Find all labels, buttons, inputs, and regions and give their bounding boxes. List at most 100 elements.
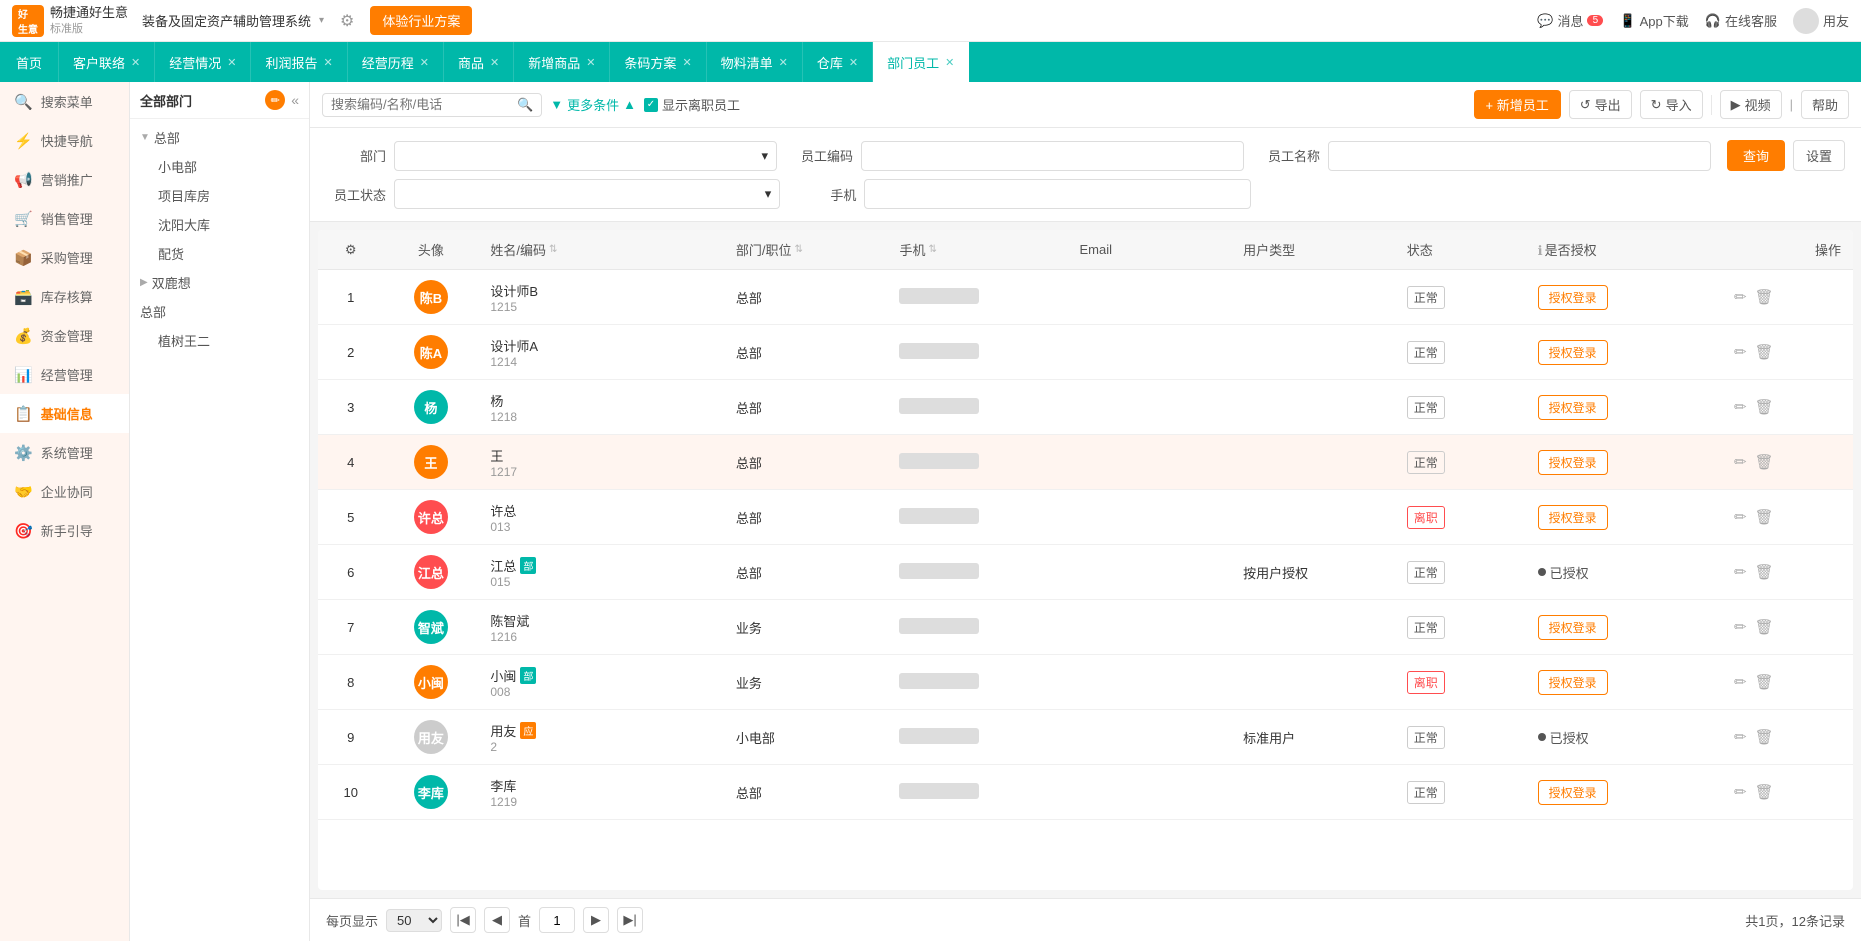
close-icon[interactable]: ✕ [490,56,499,69]
delete-icon[interactable]: 🗑 [1755,508,1774,526]
close-icon[interactable]: ✕ [779,56,788,69]
tab-operation[interactable]: 经营情况 ✕ [155,42,251,82]
page-size-select[interactable]: 50 20 100 [386,909,442,932]
nav-shortcut[interactable]: ⚡ 快捷导航 [0,121,129,160]
help-button[interactable]: 帮助 [1801,90,1849,119]
close-icon[interactable]: ✕ [586,56,595,69]
emp-name-input[interactable] [1328,141,1711,171]
nav-finance[interactable]: 💰 资金管理 [0,316,129,355]
tab-barcode[interactable]: 条码方案 ✕ [610,42,706,82]
tab-profit[interactable]: 利润报告 ✕ [251,42,347,82]
dept-collapse-button[interactable]: « [291,92,299,108]
close-icon[interactable]: ✕ [849,56,858,69]
auth-button[interactable]: 授权登录 [1538,505,1608,530]
first-page-button[interactable]: |◀ [450,907,476,933]
delete-icon[interactable]: 🗑 [1755,453,1774,471]
system-dropdown-icon[interactable]: ▾ [319,15,324,26]
delete-icon[interactable]: 🗑 [1755,783,1774,801]
query-button[interactable]: 查询 [1727,140,1785,171]
nav-basic-info[interactable]: 📋 基础信息 [0,394,129,433]
add-employee-button[interactable]: + 新增员工 [1474,90,1561,119]
nav-sales[interactable]: 🛒 销售管理 [0,199,129,238]
nav-coop[interactable]: 🤝 企业协同 [0,472,129,511]
trial-button[interactable]: 体验行业方案 [370,6,472,35]
th-dept[interactable]: 部门/职位 ⇅ [724,230,888,270]
nav-operation-mgmt[interactable]: 📊 经营管理 [0,355,129,394]
auth-button[interactable]: 授权登录 [1538,285,1608,310]
phone-input[interactable] [864,179,1250,209]
page-number-input[interactable] [539,907,575,933]
dept-node-shuanglu[interactable]: ▶ 双鹿想 [130,268,309,297]
set-button[interactable]: 设置 [1793,140,1845,171]
delete-icon[interactable]: 🗑 [1755,728,1774,746]
show-resigned-toggle[interactable]: ✓ 显示离职员工 [644,95,740,114]
tab-warehouse[interactable]: 仓库 ✕ [803,42,873,82]
edit-icon[interactable]: ✏ [1734,398,1747,416]
delete-icon[interactable]: 🗑 [1755,343,1774,361]
delete-icon[interactable]: 🗑 [1755,288,1774,306]
last-page-button[interactable]: ▶| [617,907,643,933]
auth-button[interactable]: 授权登录 [1538,670,1608,695]
dept-node-xiaodian[interactable]: 小电部 [130,152,309,181]
edit-icon[interactable]: ✏ [1734,783,1747,801]
tab-home[interactable]: 首页 [0,42,59,82]
dept-edit-button[interactable]: ✏ [265,90,285,110]
nav-guide[interactable]: 🎯 新手引导 [0,511,129,550]
delete-icon[interactable]: 🗑 [1755,618,1774,636]
edit-icon[interactable]: ✏ [1734,618,1747,636]
prev-page-button[interactable]: ◀ [484,907,510,933]
auth-button[interactable]: 授权登录 [1538,450,1608,475]
auth-button[interactable]: 授权登录 [1538,340,1608,365]
tab-department[interactable]: 部门员工 ✕ [873,42,969,82]
nav-inventory[interactable]: 🗃️ 库存核算 [0,277,129,316]
nav-purchase[interactable]: 📦 采购管理 [0,238,129,277]
emp-status-select[interactable]: ▾ [394,179,780,209]
emp-code-input[interactable] [861,141,1244,171]
delete-icon[interactable]: 🗑 [1755,673,1774,691]
more-conditions-button[interactable]: ▼ 更多条件 ▲ [550,95,636,114]
dept-select[interactable]: ▾ [394,141,777,171]
close-icon[interactable]: ✕ [420,56,429,69]
search-input[interactable] [331,97,511,112]
dept-node-zongbu[interactable]: 总部 [130,297,309,326]
close-icon[interactable]: ✕ [682,56,691,69]
view-button[interactable]: ▶ 视频 [1720,90,1782,119]
th-phone[interactable]: 手机 ⇅ [887,230,1067,270]
dept-node-head[interactable]: ▼ 总部 [130,123,309,152]
online-service-button[interactable]: 🎧 在线客服 [1705,11,1777,30]
tab-goods[interactable]: 商品 ✕ [444,42,514,82]
user-menu[interactable]: 用友 [1793,8,1849,34]
edit-icon[interactable]: ✏ [1734,563,1747,581]
nav-system[interactable]: ⚙️ 系统管理 [0,433,129,472]
edit-icon[interactable]: ✏ [1734,508,1747,526]
auth-button[interactable]: 授权登录 [1538,780,1608,805]
tab-bom[interactable]: 物料清单 ✕ [707,42,803,82]
export-button[interactable]: ↺ 导出 [1569,90,1632,119]
tab-history[interactable]: 经营历程 ✕ [348,42,444,82]
close-icon[interactable]: ✕ [131,56,140,69]
close-icon[interactable]: ✕ [945,56,954,69]
app-download-button[interactable]: 📱 App下载 [1619,11,1688,30]
dept-node-zhishu[interactable]: 植树王二 [130,326,309,355]
edit-icon[interactable]: ✏ [1734,343,1747,361]
message-button[interactable]: 💬 消息 5 [1537,11,1603,30]
th-name[interactable]: 姓名/编码 ⇅ [478,230,723,270]
dept-node-shenyang[interactable]: 沈阳大库 [130,210,309,239]
close-icon[interactable]: ✕ [324,56,333,69]
tab-customer[interactable]: 客户联络 ✕ [59,42,155,82]
edit-icon[interactable]: ✏ [1734,728,1747,746]
next-page-button[interactable]: ▶ [583,907,609,933]
auth-button[interactable]: 授权登录 [1538,615,1608,640]
delete-icon[interactable]: 🗑 [1755,398,1774,416]
import-button[interactable]: ↻ 导入 [1640,90,1703,119]
nav-marketing[interactable]: 📢 营销推广 [0,160,129,199]
edit-icon[interactable]: ✏ [1734,453,1747,471]
nav-search[interactable]: 🔍 搜索菜单 [0,82,129,121]
dept-node-project[interactable]: 项目库房 [130,181,309,210]
dept-node-peihuo[interactable]: 配货 [130,239,309,268]
th-settings[interactable]: ⚙ [318,230,383,270]
edit-icon[interactable]: ✏ [1734,288,1747,306]
delete-icon[interactable]: 🗑 [1755,563,1774,581]
auth-button[interactable]: 授权登录 [1538,395,1608,420]
close-icon[interactable]: ✕ [227,56,236,69]
